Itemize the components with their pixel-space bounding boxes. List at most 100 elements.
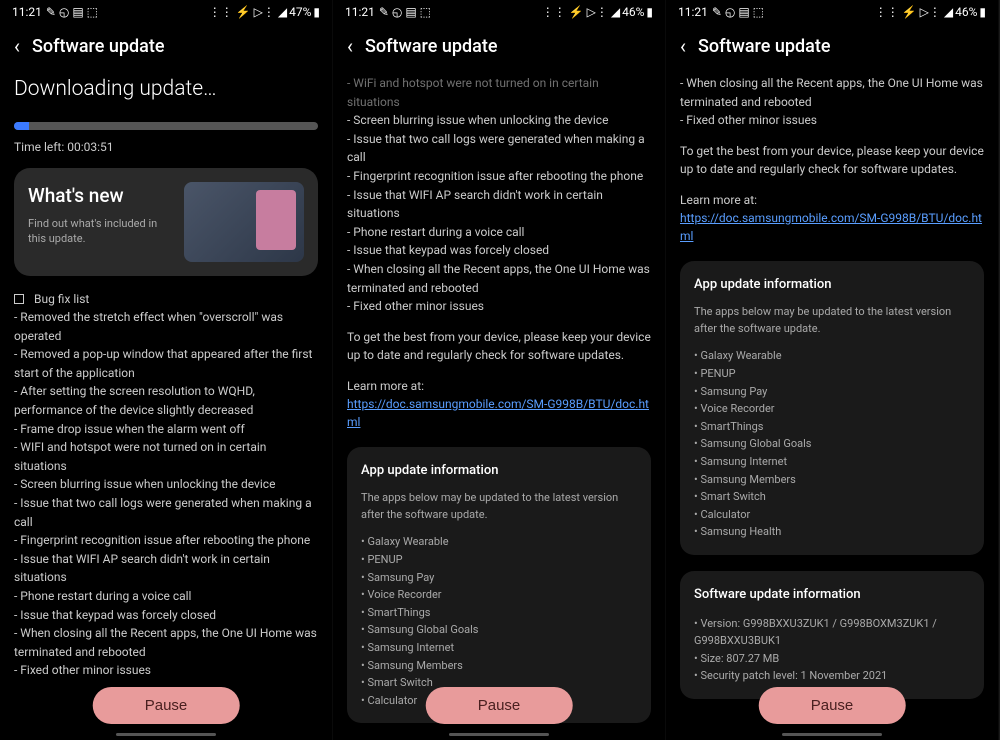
page-title: Software update: [698, 36, 830, 57]
bug-fix-title: Bug fix list: [34, 290, 89, 309]
app-item: • Smart Switch: [694, 488, 970, 506]
screen-2: 11:21 ✎ ◵ ▤ ⬚ ⋮⋮ ⚡ ▷⋮ ◢ 46% ▮ ‹ Software…: [333, 0, 666, 740]
bug-item: - Phone restart during a voice call: [14, 587, 318, 606]
bug-fix-list: - When closing all the Recent apps, the …: [680, 74, 984, 130]
bug-fix-list: Bug fix list - Removed the stretch effec…: [14, 290, 318, 680]
bug-item: - WIFI and hotspot were not turned on in…: [14, 438, 318, 475]
app-item: • Samsung Pay: [361, 569, 637, 587]
nav-handle[interactable]: [449, 733, 549, 736]
bug-item: - When closing all the Recent apps, the …: [680, 74, 984, 111]
app-item: • PENUP: [694, 365, 970, 383]
bug-item: - Fixed other minor issues: [347, 297, 651, 316]
bug-item: - Screen blurring issue when unlocking t…: [347, 111, 651, 130]
status-time: 11:21: [678, 5, 708, 19]
app-item: • Samsung Global Goals: [361, 621, 637, 639]
bug-item: - When closing all the Recent apps, the …: [14, 624, 318, 661]
bug-item: - Issue that keypad was forcely closed: [347, 241, 651, 260]
back-icon[interactable]: ‹: [347, 34, 353, 58]
app-item: • PENUP: [361, 551, 637, 569]
software-info-title: Software update information: [694, 585, 970, 605]
checkbox-icon: [14, 294, 24, 304]
bug-fix-list: - WiFi and hotspot were not turned on in…: [347, 74, 651, 316]
app-update-title: App update information: [694, 275, 970, 295]
bug-item: - After setting the screen resolution to…: [14, 382, 318, 419]
page-title: Software update: [32, 36, 164, 57]
screen-3: 11:21 ✎ ◵ ▤ ⬚ ⋮⋮ ⚡ ▷⋮ ◢ 46% ▮ ‹ Software…: [666, 0, 999, 740]
nav-handle[interactable]: [116, 733, 216, 736]
learn-more-label: Learn more at:: [347, 377, 651, 395]
bug-item: - Issue that WIFI AP search didn't work …: [347, 186, 651, 223]
status-bar: 11:21 ✎ ◵ ▤ ⬚ ⋮⋮ ⚡ ▷⋮ ◢ 46% ▮: [333, 0, 665, 24]
back-icon[interactable]: ‹: [680, 34, 686, 58]
page-header: ‹ Software update: [666, 24, 998, 68]
app-item: • Galaxy Wearable: [694, 347, 970, 365]
whats-new-card[interactable]: What's new Find out what's included in t…: [14, 168, 318, 276]
app-item: • Voice Recorder: [361, 586, 637, 604]
whats-new-title: What's new: [28, 182, 176, 211]
status-time: 11:21: [12, 5, 42, 19]
app-update-card: App update information The apps below ma…: [680, 261, 984, 555]
bug-item: - Fingerprint recognition issue after re…: [14, 531, 318, 550]
status-icons-right: ⋮⋮ ⚡ ▷⋮ ◢: [875, 5, 953, 19]
pause-button[interactable]: Pause: [759, 687, 906, 724]
software-info-card: Software update information • Version: G…: [680, 571, 984, 699]
battery-icon: ▮: [646, 5, 653, 19]
nav-handle[interactable]: [782, 733, 882, 736]
app-item: • SmartThings: [361, 604, 637, 622]
bug-item: - Removed a pop-up window that appeared …: [14, 345, 318, 382]
progress-container: [14, 122, 318, 130]
page-title: Software update: [365, 36, 497, 57]
pause-button[interactable]: Pause: [426, 687, 573, 724]
bug-item: - Fixed other minor issues: [14, 661, 318, 680]
app-update-desc: The apps below may be updated to the lat…: [361, 490, 637, 523]
bug-item: - Frame drop issue when the alarm went o…: [14, 420, 318, 439]
app-item: • Galaxy Wearable: [361, 533, 637, 551]
page-header: ‹ Software update: [0, 24, 332, 68]
download-status: Downloading update…: [14, 74, 318, 106]
learn-more-link[interactable]: https://doc.samsungmobile.com/SM-G998B/B…: [680, 211, 982, 243]
bug-item: - Fingerprint recognition issue after re…: [347, 167, 651, 186]
bug-item: - Fixed other minor issues: [680, 111, 984, 130]
bug-item: - Phone restart during a voice call: [347, 223, 651, 242]
patch-line: • Security patch level: 1 November 2021: [694, 667, 970, 685]
pause-button[interactable]: Pause: [93, 687, 240, 724]
app-item: • Calculator: [694, 506, 970, 524]
content-area: - When closing all the Recent apps, the …: [666, 68, 998, 740]
time-left: Time left: 00:03:51: [14, 138, 318, 156]
back-icon[interactable]: ‹: [14, 34, 20, 58]
bug-item: - Issue that WIFI AP search didn't work …: [14, 550, 318, 587]
app-item: • SmartThings: [694, 418, 970, 436]
content-area: - WiFi and hotspot were not turned on in…: [333, 68, 665, 740]
content-area: Downloading update… Time left: 00:03:51 …: [0, 68, 332, 740]
whats-new-image: [184, 182, 304, 262]
progress-bar[interactable]: [14, 122, 318, 130]
bug-item: - Issue that two call logs were generate…: [14, 494, 318, 531]
app-list: • Galaxy Wearable • PENUP • Samsung Pay …: [361, 533, 637, 709]
app-item: • Samsung Health: [694, 523, 970, 541]
status-bar: 11:21 ✎ ◵ ▤ ⬚ ⋮⋮ ⚡ ▷⋮ ◢ 47% ▮: [0, 0, 332, 24]
status-icons-left: ✎ ◵ ▤ ⬚: [46, 5, 98, 19]
bug-item: - Removed the stretch effect when "overs…: [14, 308, 318, 345]
learn-more-link[interactable]: https://doc.samsungmobile.com/SM-G998B/B…: [347, 397, 649, 429]
status-icons-left: ✎ ◵ ▤ ⬚: [712, 5, 764, 19]
bug-item: - WiFi and hotspot were not turned on in…: [347, 74, 651, 111]
app-update-card: App update information The apps below ma…: [347, 447, 651, 723]
page-header: ‹ Software update: [333, 24, 665, 68]
whats-new-subtitle: Find out what's included in this update.: [28, 216, 176, 247]
app-item: • Voice Recorder: [694, 400, 970, 418]
status-bar: 11:21 ✎ ◵ ▤ ⬚ ⋮⋮ ⚡ ▷⋮ ◢ 46% ▮: [666, 0, 998, 24]
battery-icon: ▮: [313, 5, 320, 19]
advice-text: To get the best from your device, please…: [347, 328, 651, 365]
advice-text: To get the best from your device, please…: [680, 142, 984, 179]
app-item: • Samsung Pay: [694, 383, 970, 401]
app-item: • Samsung Global Goals: [694, 435, 970, 453]
battery-percent: 46%: [955, 5, 977, 19]
status-time: 11:21: [345, 5, 375, 19]
learn-more-label: Learn more at:: [680, 191, 984, 209]
app-list: • Galaxy Wearable • PENUP • Samsung Pay …: [694, 347, 970, 541]
screen-1: 11:21 ✎ ◵ ▤ ⬚ ⋮⋮ ⚡ ▷⋮ ◢ 47% ▮ ‹ Software…: [0, 0, 333, 740]
app-update-title: App update information: [361, 461, 637, 481]
app-item: • Samsung Members: [361, 657, 637, 675]
battery-icon: ▮: [979, 5, 986, 19]
app-item: • Samsung Internet: [361, 639, 637, 657]
